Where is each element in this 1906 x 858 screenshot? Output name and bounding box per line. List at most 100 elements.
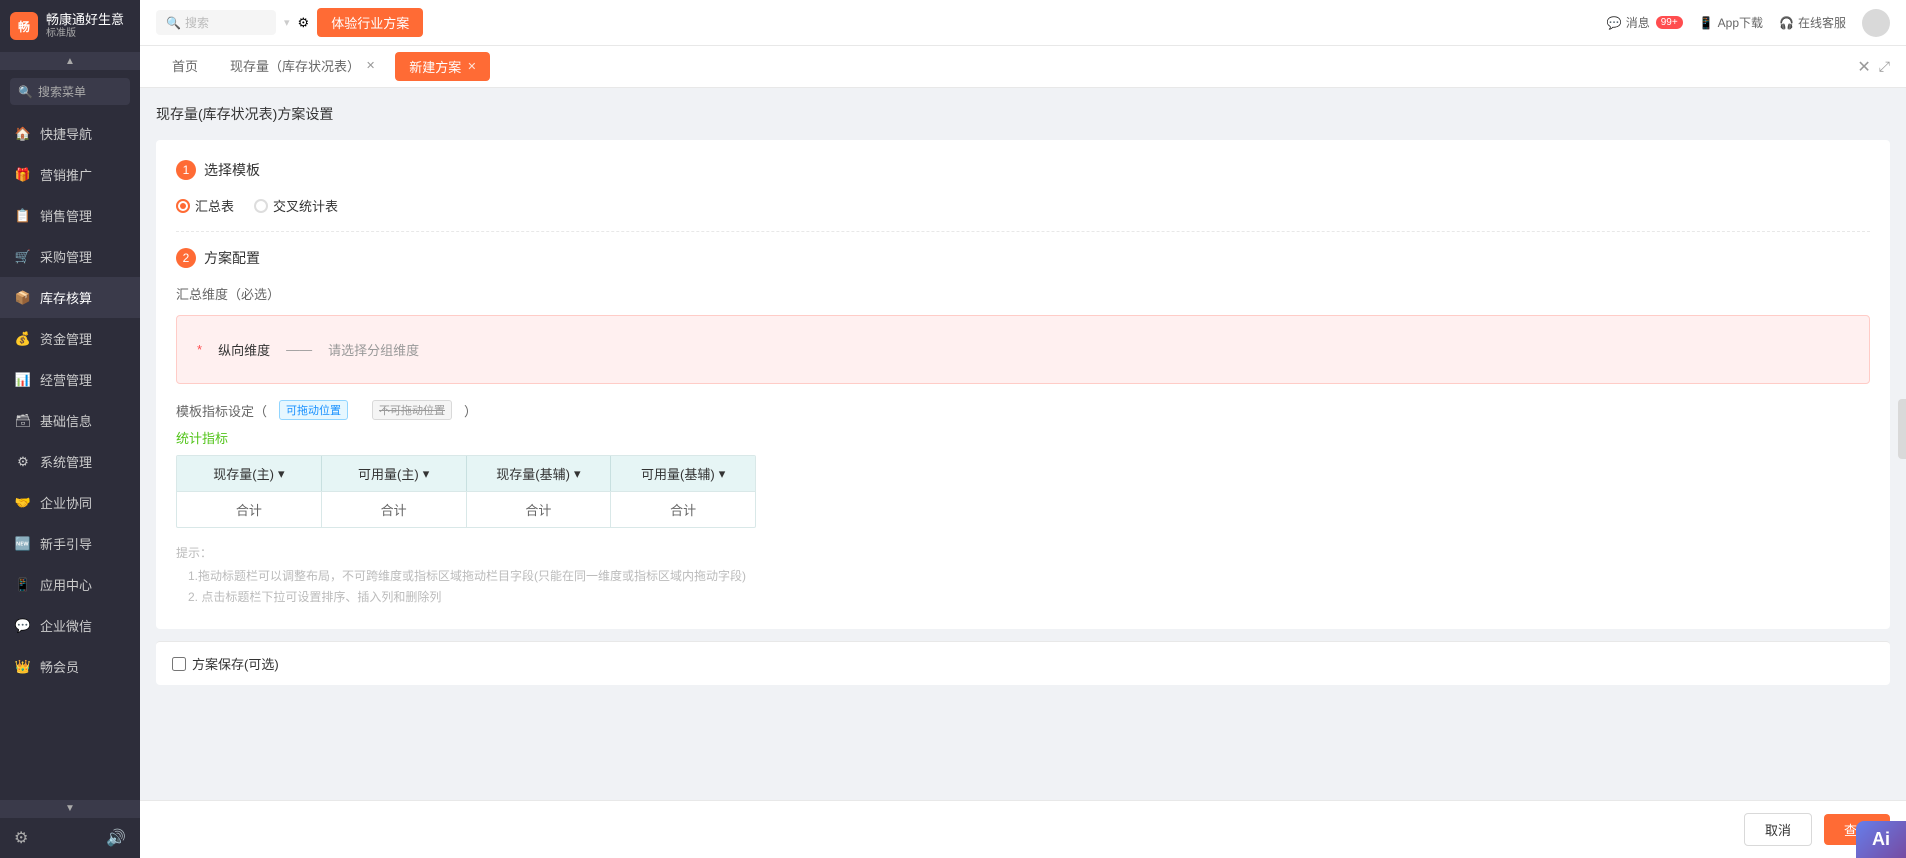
dropdown-label: ▾ (284, 16, 290, 29)
header-cell-2[interactable]: 现存量(基辅) ▾ (467, 456, 612, 491)
topbar-dropdown[interactable]: ▾ (284, 16, 290, 29)
sidebar-item-guide[interactable]: 🆕 新手引导 (0, 523, 140, 564)
settings-panel: 1 选择模板 汇总表 交叉统计表 2 方案配置 汇总维度（必选） (156, 140, 1890, 629)
sidebar-scroll-down[interactable]: ▼ (0, 800, 140, 817)
sidebar-item-shortcut-label: 快捷导航 (40, 124, 92, 143)
dimension-dash: —— (286, 342, 312, 357)
header-cell-1[interactable]: 可用量(主) ▾ (322, 456, 467, 491)
topbar-settings-icon[interactable]: ⚙ (298, 15, 310, 31)
sidebar-item-member[interactable]: 👑 畅会员 (0, 646, 140, 687)
dimension-placeholder[interactable]: 请选择分组维度 (328, 340, 419, 359)
message-item[interactable]: 💬 消息 99+ (1607, 14, 1683, 31)
window-expand-icon[interactable]: ⤢ (1879, 58, 1890, 75)
sidebar-item-contract[interactable]: 🤝 企业协同 (0, 482, 140, 523)
save-checkbox[interactable] (172, 657, 186, 671)
header-cell-1-dropdown[interactable]: ▾ (423, 466, 430, 482)
tab-home[interactable]: 首页 (156, 46, 214, 87)
app-name: 畅康通好生意 标准版 (46, 12, 124, 40)
sidebar-item-system[interactable]: ⚙ 系统管理 (0, 441, 140, 482)
sidebar-item-shortcut[interactable]: 🏠 快捷导航 (0, 113, 140, 154)
tab-new-plan[interactable]: 新建方案 ✕ (395, 52, 490, 81)
shortcut-icon: 🏠 (14, 125, 32, 143)
sidebar-settings-icon[interactable]: ⚙ (14, 828, 28, 848)
sidebar-search[interactable]: 🔍 搜索菜单 (10, 78, 130, 105)
sidebar-item-wechat[interactable]: 💬 企业微信 (0, 605, 140, 646)
sidebar-item-purchase[interactable]: 🛒 采购管理 (0, 236, 140, 277)
sales-icon: 📋 (14, 207, 32, 225)
tips-item-0: 1.拖动标题栏可以调整布局，不可跨维度或指标区域拖动栏目字段(只能在同一维度或指… (176, 567, 1870, 584)
tab-inventory-close-icon[interactable]: ✕ (366, 59, 375, 72)
tab-bar: 首页 现存量（库存状况表） ✕ 新建方案 ✕ ✕ ⤢ (140, 46, 1906, 88)
body-cell-0-2: 合计 (467, 491, 612, 527)
step2-title: 方案配置 (204, 248, 260, 268)
tab-inventory-status[interactable]: 现存量（库存状况表） ✕ (214, 46, 391, 87)
sidebar-bottom: ⚙ 🔊 (0, 817, 140, 858)
trial-button[interactable]: 体验行业方案 (317, 8, 423, 37)
sidebar-item-inventory[interactable]: 📦 库存核算 (0, 277, 140, 318)
metrics-table-header: 现存量(主) ▾ 可用量(主) ▾ 现存量(基辅) ▾ 可用量(基辅) ▾ (177, 456, 755, 491)
guide-icon: 🆕 (14, 535, 32, 553)
sidebar-item-operation[interactable]: 📊 经营管理 (0, 359, 140, 400)
message-badge: 99+ (1656, 16, 1683, 29)
sidebar: 畅 畅康通好生意 标准版 ▲ 🔍 搜索菜单 🏠 快捷导航 🎁 营销推广 📋 销售… (0, 0, 140, 858)
contract-icon: 🤝 (14, 494, 32, 512)
cancel-button[interactable]: 取消 (1744, 813, 1812, 846)
sidebar-item-base[interactable]: 🗃 基础信息 (0, 400, 140, 441)
sidebar-item-wechat-label: 企业微信 (40, 616, 92, 635)
member-icon: 👑 (14, 658, 32, 676)
dimension-row: * 纵向维度 —— 请选择分组维度 (197, 340, 1849, 359)
sidebar-scroll-up[interactable]: ▲ (0, 53, 140, 70)
sidebar-item-sales[interactable]: 📋 销售管理 (0, 195, 140, 236)
tab-home-label: 首页 (172, 56, 198, 75)
header-cell-3-dropdown[interactable]: ▾ (719, 466, 726, 482)
sidebar-item-appstore[interactable]: 📱 应用中心 (0, 564, 140, 605)
sidebar-item-guide-label: 新手引导 (40, 534, 92, 553)
message-icon: 💬 (1607, 16, 1622, 30)
step1-header: 1 选择模板 (176, 160, 1870, 180)
header-cell-0[interactable]: 现存量(主) ▾ (177, 456, 322, 491)
resize-handle[interactable] (1898, 399, 1906, 459)
template-radio-group: 汇总表 交叉统计表 (176, 196, 1870, 215)
topbar-right: 💬 消息 99+ 📱 App下载 🎧 在线客服 (1607, 9, 1890, 37)
stats-section-title: 统计指标 (176, 428, 1870, 447)
search-menu-label: 搜索菜单 (38, 83, 86, 100)
radio-cross-dot (254, 199, 268, 213)
tab-new-plan-label: 新建方案 (409, 57, 461, 76)
online-service-item[interactable]: 🎧 在线客服 (1779, 14, 1846, 31)
tab-inventory-status-label: 现存量（库存状况表） (230, 56, 360, 75)
app-download-item[interactable]: 📱 App下载 (1699, 14, 1763, 31)
ai-badge[interactable]: Ai (1856, 821, 1906, 858)
radio-summary-label: 汇总表 (195, 196, 234, 215)
radio-summary[interactable]: 汇总表 (176, 196, 234, 215)
metrics-table: 现存量(主) ▾ 可用量(主) ▾ 现存量(基辅) ▾ 可用量(基辅) ▾ (176, 455, 756, 528)
sidebar-item-inventory-label: 库存核算 (40, 288, 92, 307)
radio-cross[interactable]: 交叉统计表 (254, 196, 338, 215)
body-cell-0-3: 合计 (611, 491, 755, 527)
header-cell-3[interactable]: 可用量(基辅) ▾ (611, 456, 755, 491)
header-cell-2-dropdown[interactable]: ▾ (574, 466, 581, 482)
user-avatar[interactable] (1862, 9, 1890, 37)
sidebar-item-finance-label: 资金管理 (40, 329, 92, 348)
topbar-search-icon: 🔍 (166, 16, 181, 30)
sidebar-item-marketing[interactable]: 🎁 营销推广 (0, 154, 140, 195)
wechat-icon: 💬 (14, 617, 32, 635)
tips-item-1: 2. 点击标题栏下拉可设置排序、插入列和删除列 (176, 588, 1870, 605)
topbar-search-text: 搜索 (185, 14, 209, 31)
sidebar-audio-icon[interactable]: 🔊 (106, 828, 126, 848)
sidebar-item-operation-label: 经营管理 (40, 370, 92, 389)
topbar-search[interactable]: 🔍 搜索 (156, 10, 276, 35)
online-service-label: 在线客服 (1798, 14, 1846, 31)
sidebar-item-finance[interactable]: 💰 资金管理 (0, 318, 140, 359)
window-close-icon[interactable]: ✕ (1857, 57, 1870, 77)
headset-icon: 🎧 (1779, 16, 1794, 30)
search-icon: 🔍 (18, 85, 33, 99)
header-cell-3-label: 可用量(基辅) (641, 464, 715, 483)
header-cell-0-dropdown[interactable]: ▾ (278, 466, 285, 482)
save-row: 方案保存(可选) (156, 641, 1890, 685)
non-draggable-badge: 不可拖动位置 (372, 400, 452, 420)
base-icon: 🗃 (14, 412, 32, 430)
sidebar-item-member-label: 畅会员 (40, 657, 79, 676)
tab-new-plan-close-icon[interactable]: ✕ (467, 60, 476, 73)
sidebar-nav: 🔍 搜索菜单 🏠 快捷导航 🎁 营销推广 📋 销售管理 🛒 采购管理 📦 库存核… (0, 70, 140, 800)
sidebar-item-sales-label: 销售管理 (40, 206, 92, 225)
